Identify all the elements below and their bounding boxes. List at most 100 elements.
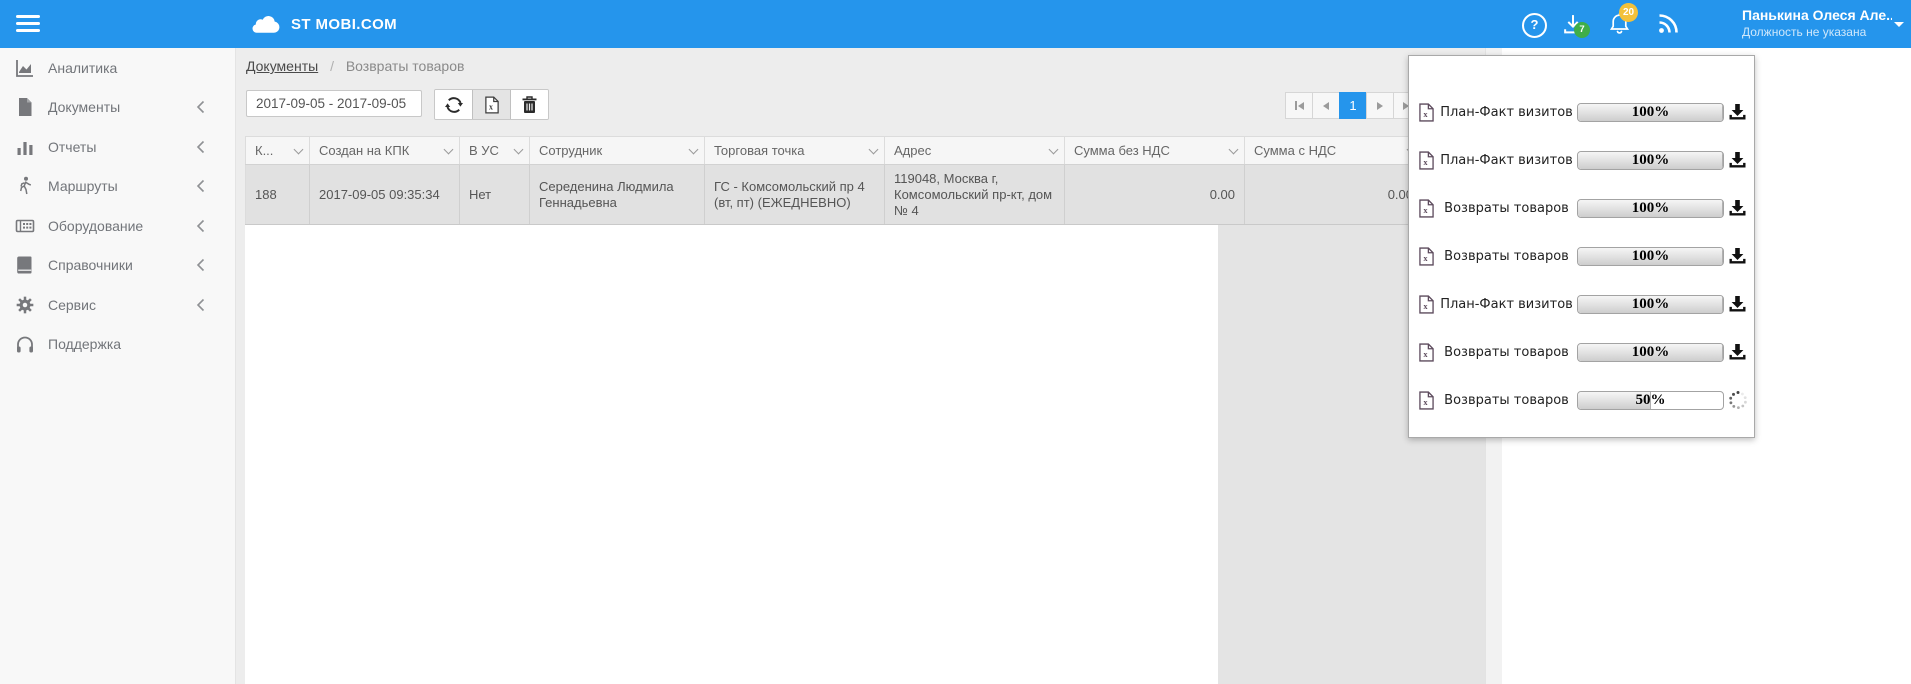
- page-number-button[interactable]: 1: [1339, 92, 1367, 119]
- table-empty-area: [245, 225, 1485, 684]
- chevron-left-icon: [196, 140, 205, 153]
- download-item-label: План-Факт визитов: [1440, 153, 1573, 168]
- brand: ST MOBI.COM: [250, 0, 397, 48]
- excel-file-icon: x: [1419, 247, 1434, 271]
- excel-file-icon: x: [1419, 295, 1434, 319]
- document-icon: [19, 98, 32, 117]
- column-header[interactable]: Адрес: [885, 137, 1065, 164]
- sidebar-item-label: Поддержка: [48, 336, 122, 353]
- download-file-button[interactable]: [1729, 344, 1746, 365]
- sidebar-item-analytics[interactable]: Аналитика: [0, 48, 235, 88]
- download-item: x План-Факт визитов 100%: [1409, 137, 1754, 185]
- table-cell: 0.00: [1065, 165, 1245, 224]
- loading-spinner-icon: [1728, 390, 1748, 415]
- sidebar-item-reports[interactable]: Отчеты: [0, 127, 235, 167]
- pagination: 1: [1285, 92, 1421, 119]
- table-cell: 119048, Москва г, Комсомольский пр-кт, д…: [885, 165, 1065, 224]
- breadcrumb-separator: /: [330, 58, 334, 74]
- chevron-down-icon[interactable]: [293, 144, 304, 155]
- top-header: ST MOBI.COM ? 7 20 Панькина Олеся Але...…: [0, 0, 1911, 48]
- chevron-down-icon[interactable]: [1228, 144, 1239, 155]
- downloads-panel: x План-Факт визитов 100% x План-Факт виз…: [1408, 55, 1755, 438]
- column-header[interactable]: Создан на КПК: [310, 137, 460, 164]
- download-file-button[interactable]: [1729, 104, 1746, 125]
- breadcrumb-link-documents[interactable]: Документы: [246, 58, 318, 74]
- chevron-left-icon: [196, 259, 205, 272]
- documents-table: К... Создан на КПК В УС Сотрудник Торгов…: [245, 136, 1485, 684]
- table-row[interactable]: 188 2017-09-05 09:35:34 Нет Середенина Л…: [245, 165, 1485, 225]
- chevron-left-icon: [196, 219, 205, 232]
- notifications-count-badge: 20: [1619, 3, 1638, 22]
- download-file-button[interactable]: [1729, 200, 1746, 221]
- download-file-button[interactable]: [1729, 152, 1746, 173]
- progress-percent: 100%: [1631, 200, 1670, 216]
- column-header[interactable]: Сотрудник: [530, 137, 705, 164]
- chevron-down-icon[interactable]: [868, 144, 879, 155]
- column-header[interactable]: В УС: [460, 137, 530, 164]
- download-progress-bar: 50%: [1577, 391, 1724, 410]
- excel-file-icon: x: [1419, 391, 1434, 415]
- export-excel-button[interactable]: x: [472, 90, 511, 119]
- sidebar-item-support[interactable]: Поддержка: [0, 325, 235, 365]
- excel-file-icon: x: [1419, 199, 1434, 223]
- column-header[interactable]: Торговая точка: [705, 137, 885, 164]
- first-page-button[interactable]: [1285, 92, 1313, 119]
- active-page-number: 1: [1349, 98, 1357, 113]
- refresh-icon: [444, 96, 463, 113]
- table-cell: 2017-09-05 09:35:34: [310, 165, 460, 224]
- download-item: x Возвраты товаров 100%: [1409, 185, 1754, 233]
- excel-file-icon: x: [484, 96, 499, 113]
- next-page-button[interactable]: [1366, 92, 1394, 119]
- progress-percent: 100%: [1631, 248, 1670, 264]
- hamburger-menu-button[interactable]: [16, 15, 40, 33]
- first-page-icon: [1297, 101, 1304, 110]
- column-header[interactable]: Сумма с НДС: [1245, 137, 1423, 164]
- column-header[interactable]: К...: [245, 137, 310, 164]
- table-cell: Нет: [460, 165, 530, 224]
- downloads-button[interactable]: 7: [1562, 13, 1590, 39]
- user-menu[interactable]: Панькина Олеся Але... Должность не указа…: [1742, 7, 1892, 39]
- equipment-icon: [15, 219, 35, 233]
- chevron-down-icon[interactable]: [1048, 144, 1059, 155]
- cloud-icon: [252, 15, 280, 33]
- headphones-icon: [17, 336, 33, 353]
- download-progress-bar: 100%: [1577, 103, 1724, 122]
- sidebar-item-label: Оборудование: [48, 217, 144, 234]
- download-item-label: Возвраты товаров: [1444, 249, 1569, 264]
- rss-icon: [1659, 14, 1678, 33]
- previous-page-button[interactable]: [1312, 92, 1340, 119]
- column-header[interactable]: Сумма без НДС: [1065, 137, 1245, 164]
- download-file-button[interactable]: [1729, 296, 1746, 317]
- sidebar-item-label: Сервис: [48, 296, 96, 313]
- sidebar-item-routes[interactable]: Маршруты: [0, 167, 235, 207]
- sidebar-item-label: Аналитика: [48, 59, 118, 76]
- date-range-input[interactable]: [246, 90, 422, 117]
- user-role: Должность не указана: [1742, 25, 1867, 39]
- app-title: ST MOBI.COM: [291, 15, 398, 33]
- bar-chart-icon: [17, 141, 33, 155]
- help-button[interactable]: ?: [1522, 13, 1547, 38]
- download-item: x Возвраты товаров 50%: [1409, 377, 1754, 425]
- sidebar-item-directories[interactable]: Справочники: [0, 246, 235, 286]
- sidebar-item-equipment[interactable]: Оборудование: [0, 206, 235, 246]
- chevron-down-icon[interactable]: [1894, 22, 1904, 27]
- progress-percent: 50%: [1635, 392, 1666, 408]
- delete-button[interactable]: [511, 90, 548, 119]
- book-icon: [17, 256, 32, 274]
- refresh-button[interactable]: [435, 90, 472, 119]
- rss-button[interactable]: [1658, 13, 1684, 39]
- chevron-down-icon[interactable]: [443, 144, 454, 155]
- sidebar-item-service[interactable]: Сервис: [0, 285, 235, 325]
- chevron-left-icon: [196, 180, 205, 193]
- chevron-down-icon[interactable]: [513, 144, 524, 155]
- download-file-button[interactable]: [1729, 248, 1746, 269]
- sidebar-item-label: Отчеты: [48, 138, 97, 155]
- download-item-label: Возвраты товаров: [1444, 201, 1569, 216]
- main-content: Документы / Возвраты товаров x: [236, 48, 1911, 684]
- notifications-button[interactable]: 20: [1608, 3, 1638, 38]
- progress-percent: 100%: [1631, 104, 1670, 120]
- chevron-down-icon[interactable]: [688, 144, 699, 155]
- sidebar-item-documents[interactable]: Документы: [0, 88, 235, 128]
- download-item: x План-Факт визитов 100%: [1409, 281, 1754, 329]
- toolbar: x: [434, 89, 549, 120]
